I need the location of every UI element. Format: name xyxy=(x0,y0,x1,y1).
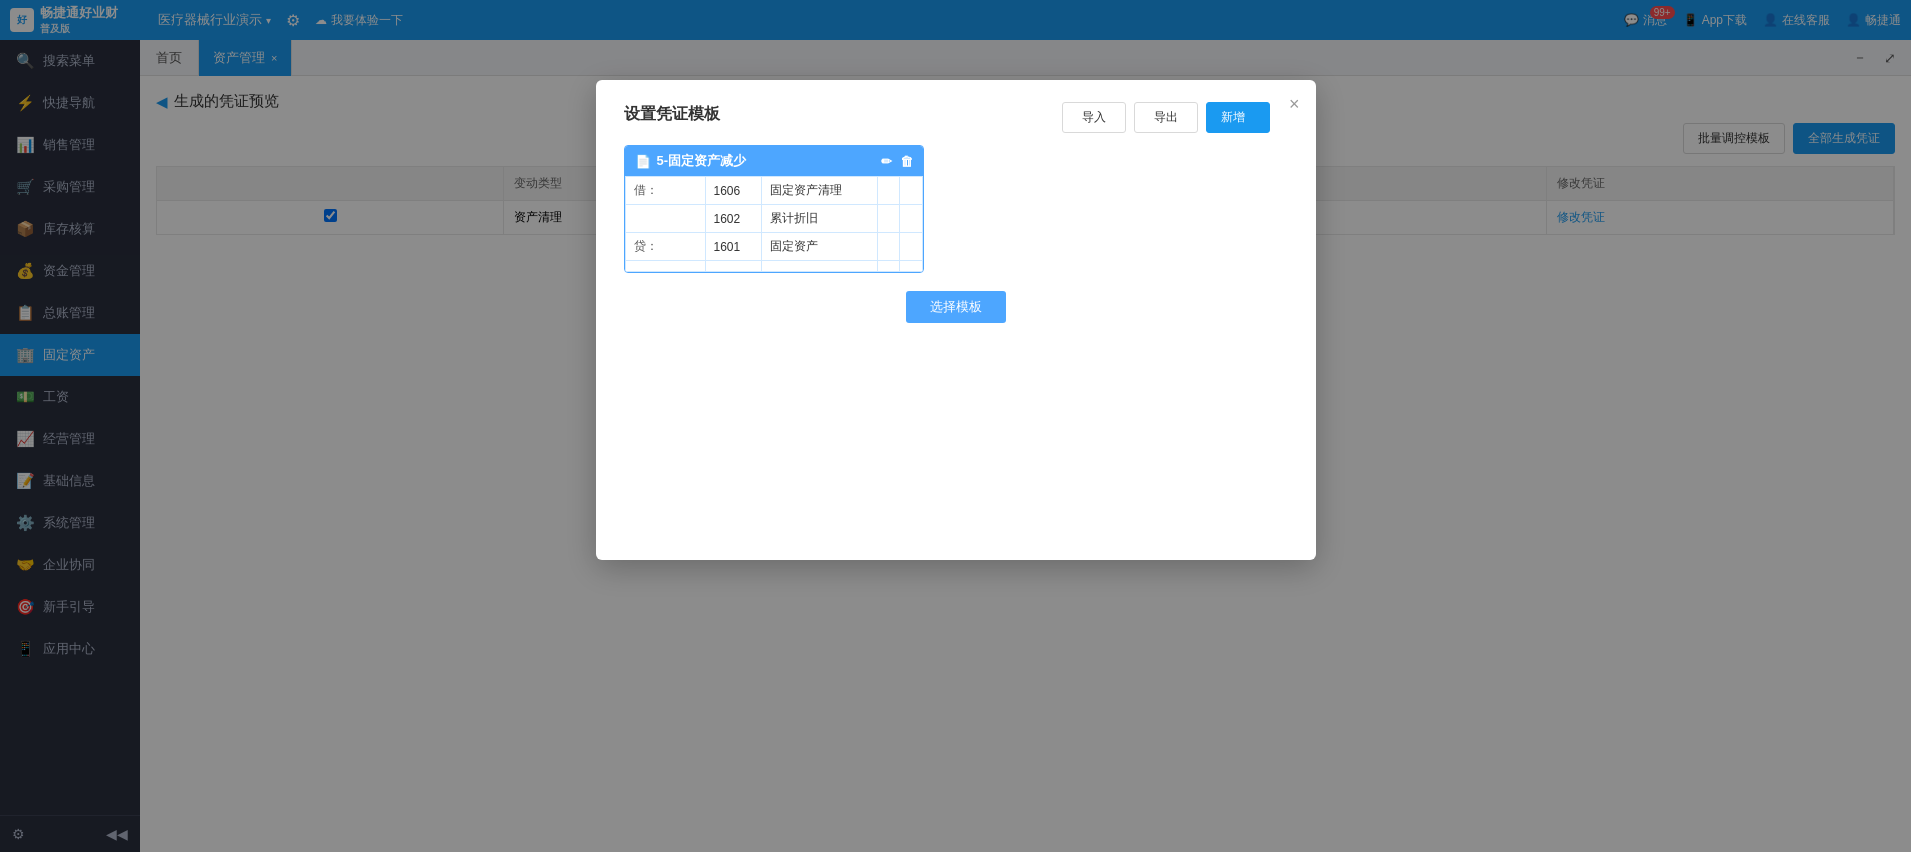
template-row-1: 1602 累计折旧 xyxy=(625,205,922,233)
template-row-0: 借： 1606 固定资产清理 xyxy=(625,177,922,205)
template-row-empty xyxy=(625,261,922,272)
entry-code-1: 1602 xyxy=(705,205,762,233)
template-card: 📄 5-固定资产减少 ✏ 🗑 借： 1606 xyxy=(624,145,924,273)
template-name: 5-固定资产减少 xyxy=(657,152,747,170)
entry-remark-2 xyxy=(900,233,922,261)
dialog-toolbar: 导入 导出 新增 xyxy=(1062,102,1270,133)
entry-direction-1 xyxy=(625,205,705,233)
export-button[interactable]: 导出 xyxy=(1134,102,1198,133)
select-template-button[interactable]: 选择模板 xyxy=(906,291,1006,323)
import-button[interactable]: 导入 xyxy=(1062,102,1126,133)
entry-account-2: 固定资产 xyxy=(762,233,878,261)
template-card-header: 📄 5-固定资产减少 ✏ 🗑 xyxy=(625,146,923,176)
dialog: 设置凭证模板 导入 导出 新增 × 📄 5-固定资产减少 ✏ xyxy=(596,80,1316,560)
entry-direction-2: 贷： xyxy=(625,233,705,261)
entry-account-1: 累计折旧 xyxy=(762,205,878,233)
template-area: 📄 5-固定资产减少 ✏ 🗑 借： 1606 xyxy=(624,145,1288,323)
entry-code-0: 1606 xyxy=(705,177,762,205)
dialog-title: 设置凭证模板 xyxy=(624,104,720,125)
entry-remark-0 xyxy=(900,177,922,205)
entry-amount-1 xyxy=(878,205,900,233)
entry-account-0: 固定资产清理 xyxy=(762,177,878,205)
delete-template-icon[interactable]: 🗑 xyxy=(900,154,913,169)
template-row-2: 贷： 1601 固定资产 xyxy=(625,233,922,261)
edit-template-icon[interactable]: ✏ xyxy=(881,154,892,169)
entry-code-2: 1601 xyxy=(705,233,762,261)
entry-amount-0 xyxy=(878,177,900,205)
entry-amount-2 xyxy=(878,233,900,261)
template-doc-icon: 📄 xyxy=(635,154,651,169)
card-title-left: 📄 5-固定资产减少 xyxy=(635,152,747,170)
card-actions: ✏ 🗑 xyxy=(881,154,913,169)
entry-remark-1 xyxy=(900,205,922,233)
dialog-close-button[interactable]: × xyxy=(1289,94,1300,115)
template-table: 借： 1606 固定资产清理 1602 累计折旧 xyxy=(625,176,923,272)
new-button[interactable]: 新增 xyxy=(1206,102,1270,133)
modal-overlay: 设置凭证模板 导入 导出 新增 × 📄 5-固定资产减少 ✏ xyxy=(0,0,1911,852)
entry-direction-0: 借： xyxy=(625,177,705,205)
